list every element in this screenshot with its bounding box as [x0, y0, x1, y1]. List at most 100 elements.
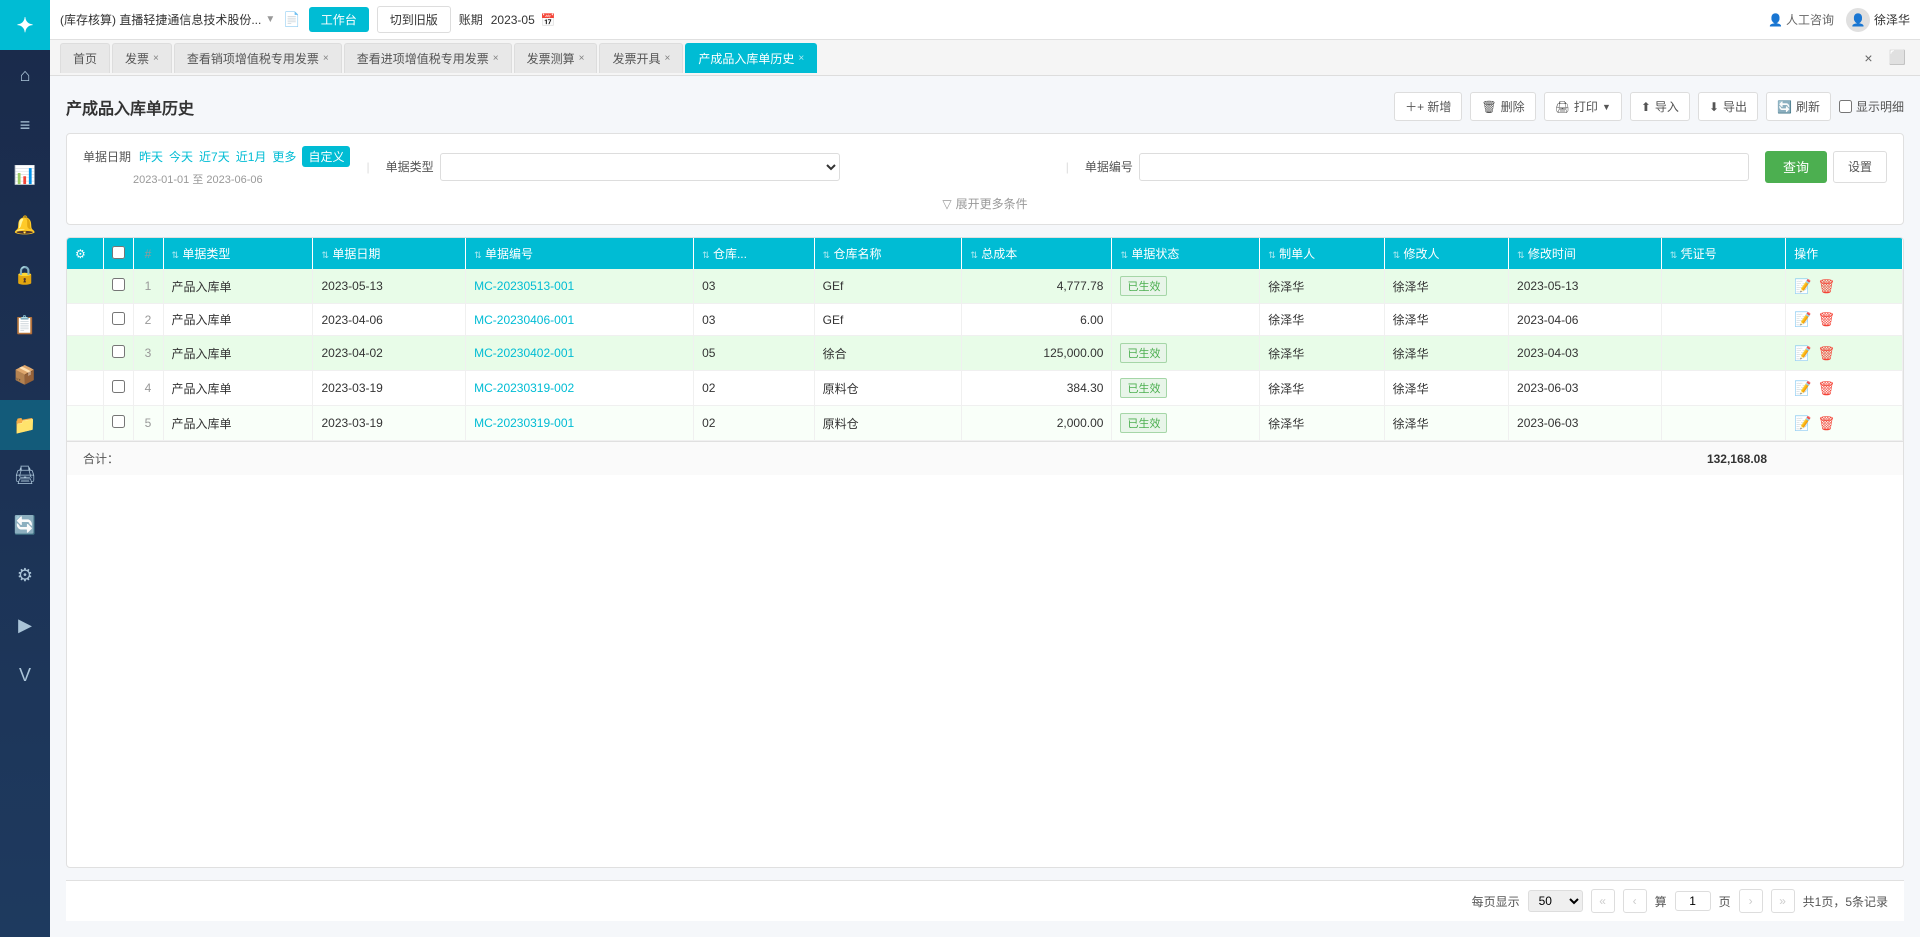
date-opt-1month[interactable]: 近1月 [236, 148, 267, 165]
sidebar-item-print[interactable]: 🖨 [0, 450, 50, 500]
tab-close-vat-input[interactable]: × [493, 53, 499, 64]
first-page-btn[interactable]: « [1591, 889, 1615, 913]
company-selector[interactable]: (库存核算) 直播轻捷通信息技术股份... ▼ [60, 11, 275, 28]
tab-invoice[interactable]: 发票 × [112, 43, 172, 73]
sidebar-item-docs[interactable]: 📋 [0, 300, 50, 350]
row-checkbox[interactable] [112, 380, 125, 393]
sidebar-item-inventory[interactable]: 📦 [0, 350, 50, 400]
date-opt-7days[interactable]: 近7天 [199, 148, 230, 165]
th-doc-type[interactable]: ⇅ 单据类型 [163, 238, 313, 269]
date-opt-yesterday[interactable]: 昨天 [139, 148, 163, 165]
th-creator[interactable]: ⇅ 制单人 [1260, 238, 1384, 269]
doc-type-select[interactable]: 产品入库单 [440, 153, 840, 181]
delete-button[interactable]: 🗑 删除 [1470, 92, 1535, 121]
workbench-button[interactable]: 工作台 [309, 7, 369, 32]
th-modify-time[interactable]: ⇅ 修改时间 [1509, 238, 1662, 269]
row-checkbox[interactable] [112, 415, 125, 428]
row-delete-btn[interactable]: 🗑 [1818, 345, 1836, 362]
row-edit-btn[interactable]: 📝 [1794, 380, 1811, 397]
sidebar-item-lock[interactable]: 🔒 [0, 250, 50, 300]
th-total-cost[interactable]: ⇅ 总成本 [962, 238, 1112, 269]
column-settings-icon[interactable]: ⚙ [75, 247, 86, 261]
tab-history[interactable]: 产成品入库单历史 × [685, 43, 817, 73]
doc-no-input[interactable] [1139, 153, 1749, 181]
sort-icon: ⇅ [823, 250, 831, 260]
doc-no-link[interactable]: MC-20230406-001 [474, 313, 574, 327]
last-page-btn[interactable]: » [1771, 889, 1795, 913]
doc-no-link[interactable]: MC-20230513-001 [474, 279, 574, 293]
tab-close-open[interactable]: × [664, 53, 670, 64]
help-button[interactable]: 👤 人工咨询 [1768, 11, 1834, 28]
row-edit-btn[interactable]: 📝 [1794, 345, 1811, 362]
user-menu[interactable]: 👤 徐泽华 [1846, 8, 1910, 32]
sidebar-item-notify[interactable]: 🔔 [0, 200, 50, 250]
th-doc-no[interactable]: ⇅ 单据编号 [466, 238, 694, 269]
th-doc-date[interactable]: ⇅ 单据日期 [313, 238, 466, 269]
th-doc-status[interactable]: ⇅ 单据状态 [1112, 238, 1260, 269]
td-doc-date: 2023-04-06 [313, 304, 466, 336]
switch-version-button[interactable]: 切到旧版 [377, 6, 451, 33]
td-num: 2 [133, 304, 163, 336]
row-delete-btn[interactable]: 🗑 [1818, 415, 1836, 432]
th-voucher-no[interactable]: ⇅ 凭证号 [1661, 238, 1785, 269]
expand-more-btn[interactable]: ▽ 展开更多条件 [83, 195, 1887, 212]
row-checkbox[interactable] [112, 345, 125, 358]
sidebar-item-home[interactable]: ⌂ [0, 50, 50, 100]
th-settings[interactable]: ⚙ [67, 238, 103, 269]
refresh-button[interactable]: 🔄 刷新 [1766, 92, 1831, 121]
tab-close-history[interactable]: × [798, 53, 804, 64]
display-detail-toggle: 显示明细 [1839, 98, 1904, 115]
next-page-btn[interactable]: › [1739, 889, 1763, 913]
tab-close-all-icon[interactable]: × [1860, 48, 1876, 68]
row-delete-btn[interactable]: 🗑 [1818, 278, 1836, 295]
sidebar-item-menu[interactable]: ≡ [0, 100, 50, 150]
prev-page-btn[interactable]: ‹ [1623, 889, 1647, 913]
th-modifier[interactable]: ⇅ 修改人 [1384, 238, 1508, 269]
per-page-select[interactable]: 20 50 100 [1528, 890, 1583, 912]
date-opt-custom[interactable]: 自定义 [302, 146, 350, 167]
td-settings [67, 371, 103, 406]
date-opt-more[interactable]: 更多 [272, 148, 296, 165]
tab-close-vat-output[interactable]: × [323, 53, 329, 64]
sidebar-item-sync[interactable]: 🔄 [0, 500, 50, 550]
row-edit-btn[interactable]: 📝 [1794, 278, 1811, 295]
tab-close-invoice[interactable]: × [153, 53, 159, 64]
row-delete-btn[interactable]: 🗑 [1818, 380, 1836, 397]
tab-vat-output[interactable]: 查看销项增值税专用发票 × [174, 43, 342, 73]
row-checkbox[interactable] [112, 278, 125, 291]
tab-open[interactable]: 发票开具 × [599, 43, 683, 73]
sidebar-item-version[interactable]: V [0, 650, 50, 700]
row-delete-btn[interactable]: 🗑 [1818, 311, 1836, 328]
page-input[interactable] [1675, 891, 1711, 911]
export-button[interactable]: ⬇ 导出 [1698, 92, 1758, 121]
tab-calc[interactable]: 发票测算 × [514, 43, 598, 73]
new-button[interactable]: ＋ + 新增 [1394, 92, 1462, 121]
status-badge: 已生效 [1120, 276, 1167, 296]
row-checkbox[interactable] [112, 312, 125, 325]
date-opt-today[interactable]: 今天 [169, 148, 193, 165]
select-all-checkbox[interactable] [112, 246, 125, 259]
tab-vat-input[interactable]: 查看进项增值税专用发票 × [344, 43, 512, 73]
th-warehouse-name[interactable]: ⇅ 仓库名称 [814, 238, 962, 269]
doc-no-link[interactable]: MC-20230319-002 [474, 381, 574, 395]
print-button[interactable]: 🖨 打印 ▼ [1544, 92, 1622, 121]
sidebar-item-chart[interactable]: 📊 [0, 150, 50, 200]
doc-no-link[interactable]: MC-20230402-001 [474, 346, 574, 360]
row-edit-btn[interactable]: 📝 [1794, 311, 1811, 328]
sidebar-item-settings[interactable]: ⚙ [0, 550, 50, 600]
doc-no-filter: 单据编号 [1085, 153, 1749, 181]
tab-maximize-icon[interactable]: ⬜ [1885, 47, 1910, 68]
doc-no-link[interactable]: MC-20230319-001 [474, 416, 574, 430]
th-warehouse-code[interactable]: ⇅ 仓库... [694, 238, 815, 269]
calendar-icon[interactable]: 📅 [541, 13, 556, 27]
display-detail-checkbox[interactable] [1839, 100, 1852, 113]
sidebar-item-archive[interactable]: 📁 [0, 400, 50, 450]
query-button[interactable]: 查询 [1765, 151, 1827, 183]
sidebar-item-run[interactable]: ▶ [0, 600, 50, 650]
tab-home[interactable]: 首页 [60, 43, 110, 73]
import-button[interactable]: ⬆ 导入 [1630, 92, 1690, 121]
tab-close-calc[interactable]: × [579, 53, 585, 64]
filter-setting-button[interactable]: 设置 [1833, 151, 1887, 183]
sort-icon: ⇅ [172, 250, 180, 260]
row-edit-btn[interactable]: 📝 [1794, 415, 1811, 432]
